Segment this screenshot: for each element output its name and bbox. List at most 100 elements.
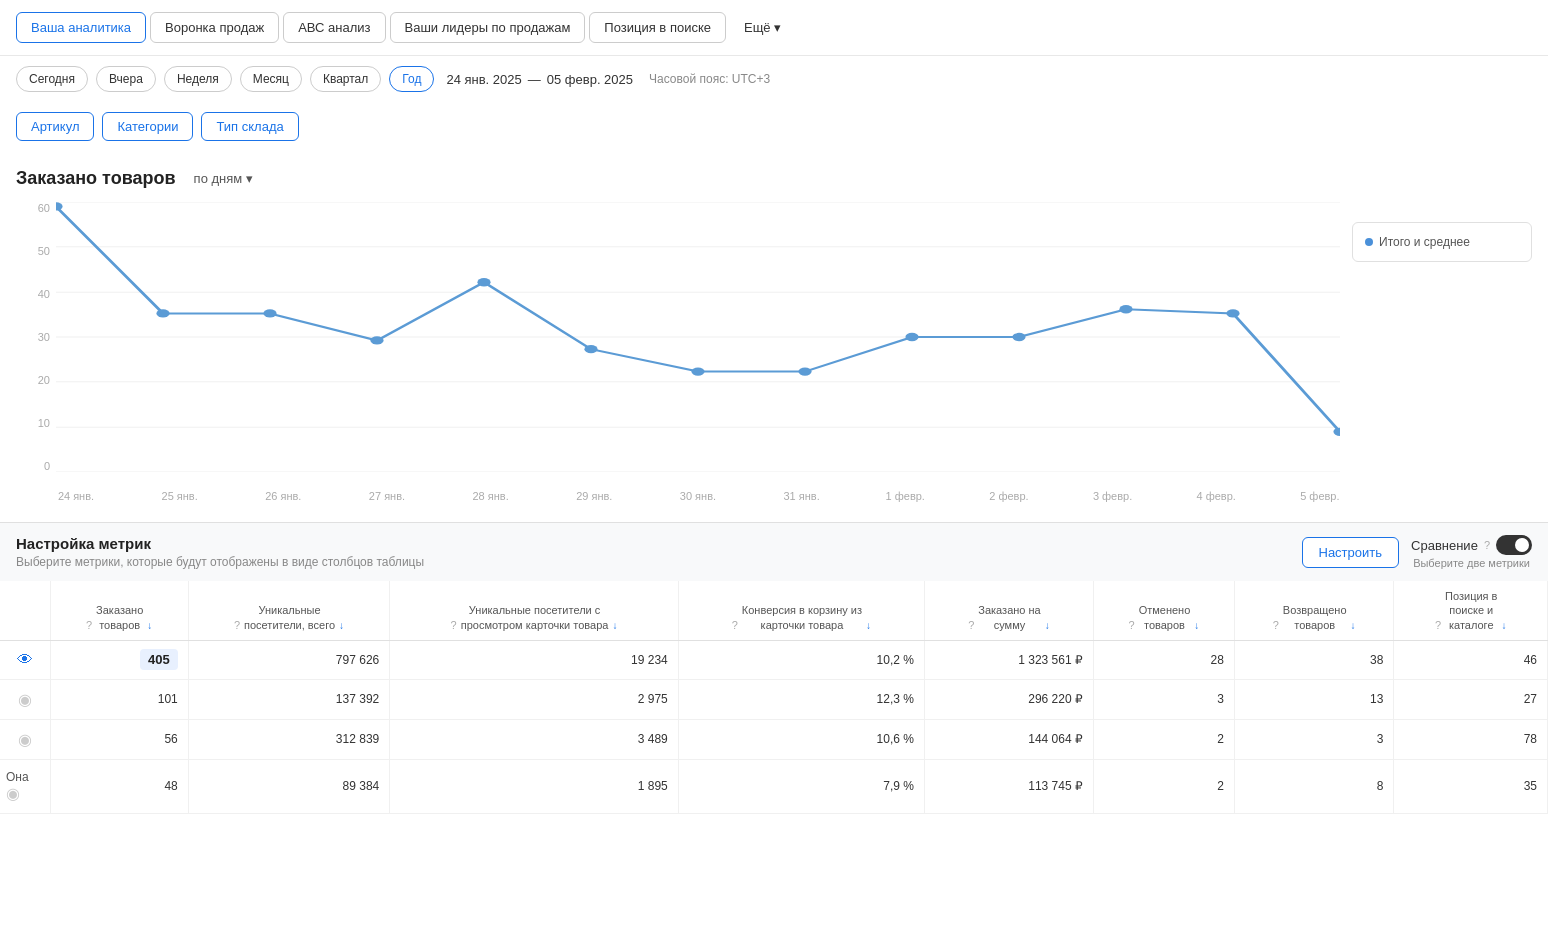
hide-icon[interactable]: ◉ [18, 691, 32, 708]
row-pos: 35 [1394, 759, 1548, 813]
row-prefix-cell: Она ◉ [0, 759, 50, 813]
configure-metrics-button[interactable]: Настроить [1302, 537, 1400, 568]
question-icon[interactable]: ? [1129, 618, 1135, 632]
nav-leaders[interactable]: Ваши лидеры по продажам [390, 12, 586, 43]
chevron-down-icon: ▾ [774, 20, 781, 35]
svg-point-12 [584, 345, 597, 353]
date-from: 24 янв. 2025 [446, 72, 521, 87]
nav-abc[interactable]: АВС анализ [283, 12, 385, 43]
th-unique-visitors: ? Уникальныепосетители, всего ↓ [188, 581, 390, 640]
question-icon: ? [1484, 539, 1490, 551]
hide-icon[interactable]: ◉ [6, 785, 20, 802]
period-week[interactable]: Неделя [164, 66, 232, 92]
row-cancelled: 2 [1093, 759, 1234, 813]
segment-category[interactable]: Категории [102, 112, 193, 141]
row-ordered: 56 [50, 719, 188, 759]
metrics-panel: Настройка метрик Выберите метрики, котор… [0, 522, 1548, 581]
sort-arrow-icon[interactable]: ↓ [147, 619, 152, 632]
x-label-9: 2 февр. [989, 490, 1029, 502]
th-card-visitors: ? Уникальные посетители спросмотром карт… [390, 581, 679, 640]
row-pos: 78 [1394, 719, 1548, 759]
question-icon[interactable]: ? [968, 618, 974, 632]
svg-point-14 [798, 367, 811, 375]
sort-arrow-icon[interactable]: ↓ [1045, 619, 1050, 632]
sort-arrow-icon[interactable]: ↓ [1501, 619, 1506, 632]
question-icon[interactable]: ? [732, 618, 738, 632]
table-row: 👁 405 797 626 19 234 10,2 % 1 323 561 ₽ … [0, 640, 1548, 679]
row-unique: 312 839 [188, 719, 390, 759]
row-card: 2 975 [390, 679, 679, 719]
row-conv: 12,3 % [678, 679, 924, 719]
segment-article[interactable]: Артикул [16, 112, 94, 141]
x-label-1: 25 янв. [160, 490, 200, 502]
th-icon [0, 581, 50, 640]
x-label-5: 29 янв. [574, 490, 614, 502]
metrics-left: Настройка метрик Выберите метрики, котор… [16, 535, 1302, 569]
eye-icon[interactable]: 👁 [17, 651, 33, 668]
top-nav: Ваша аналитика Воронка продаж АВС анализ… [0, 0, 1548, 56]
row-icon-cell: ◉ [0, 679, 50, 719]
question-icon[interactable]: ? [86, 618, 92, 632]
date-range: 24 янв. 2025 — 05 февр. 2025 [446, 72, 633, 87]
th-cancelled: ? Отмененотоваров ↓ [1093, 581, 1234, 640]
x-label-12: 5 февр. [1300, 490, 1340, 502]
data-table: ? Заказанотоваров ↓ ? Уникальныепосетите… [0, 581, 1548, 814]
x-label-6: 30 янв. [678, 490, 718, 502]
row-conv: 7,9 % [678, 759, 924, 813]
legend-label: Итого и среднее [1379, 235, 1470, 249]
comparison-label-row: Сравнение ? [1411, 535, 1532, 555]
row-sum: 296 220 ₽ [924, 679, 1093, 719]
th-search-position: ? Позиция впоиске икаталоге ↓ [1394, 581, 1548, 640]
period-today[interactable]: Сегодня [16, 66, 88, 92]
svg-point-9 [263, 309, 276, 317]
period-quarter[interactable]: Квартал [310, 66, 381, 92]
y-label-50: 50 [38, 245, 50, 257]
svg-point-13 [691, 367, 704, 375]
row-returned: 3 [1234, 719, 1393, 759]
y-label-20: 20 [38, 374, 50, 386]
data-table-wrapper: ? Заказанотоваров ↓ ? Уникальныепосетите… [0, 581, 1548, 814]
row-ordered: 48 [50, 759, 188, 813]
th-returned: ? Возвращенотоваров ↓ [1234, 581, 1393, 640]
question-icon[interactable]: ? [451, 618, 457, 632]
question-icon[interactable]: ? [1273, 618, 1279, 632]
comparison-toggle[interactable] [1496, 535, 1532, 555]
svg-point-11 [477, 278, 490, 286]
period-yesterday[interactable]: Вчера [96, 66, 156, 92]
hide-icon[interactable]: ◉ [18, 731, 32, 748]
sort-arrow-icon[interactable]: ↓ [1194, 619, 1199, 632]
y-label-0: 0 [44, 460, 50, 472]
x-label-3: 27 янв. [367, 490, 407, 502]
sort-arrow-icon[interactable]: ↓ [339, 619, 344, 632]
comparison-section: Сравнение ? Выберите две метрики [1411, 535, 1532, 569]
sort-arrow-icon[interactable]: ↓ [1351, 619, 1356, 632]
y-label-40: 40 [38, 288, 50, 300]
nav-search-position[interactable]: Позиция в поиске [589, 12, 726, 43]
row-card: 3 489 [390, 719, 679, 759]
row-unique: 137 392 [188, 679, 390, 719]
row-sum: 1 323 561 ₽ [924, 640, 1093, 679]
chart-period-selector[interactable]: по дням ▾ [186, 167, 262, 190]
segment-warehouse[interactable]: Тип склада [201, 112, 298, 141]
nav-funnel[interactable]: Воронка продаж [150, 12, 279, 43]
table-header-row: ? Заказанотоваров ↓ ? Уникальныепосетите… [0, 581, 1548, 640]
chart-section: Заказано товаров по дням ▾ 60 50 40 30 2… [0, 151, 1548, 502]
sort-arrow-icon[interactable]: ↓ [866, 619, 871, 632]
sort-arrow-icon[interactable]: ↓ [612, 619, 617, 632]
row-card: 1 895 [390, 759, 679, 813]
period-year[interactable]: Год [389, 66, 434, 92]
row-returned: 38 [1234, 640, 1393, 679]
row-icon-cell: 👁 [0, 640, 50, 679]
nav-analytics[interactable]: Ваша аналитика [16, 12, 146, 43]
row-card: 19 234 [390, 640, 679, 679]
svg-point-18 [1226, 309, 1239, 317]
svg-point-10 [370, 336, 383, 344]
question-icon[interactable]: ? [234, 618, 240, 632]
svg-point-19 [1333, 428, 1340, 436]
question-icon[interactable]: ? [1435, 618, 1441, 632]
period-month[interactable]: Месяц [240, 66, 302, 92]
row-ordered: 405 [50, 640, 188, 679]
nav-more[interactable]: Ещё ▾ [730, 13, 795, 42]
th-conversion: ? Конверсия в корзину изкарточки товара … [678, 581, 924, 640]
y-label-30: 30 [38, 331, 50, 343]
